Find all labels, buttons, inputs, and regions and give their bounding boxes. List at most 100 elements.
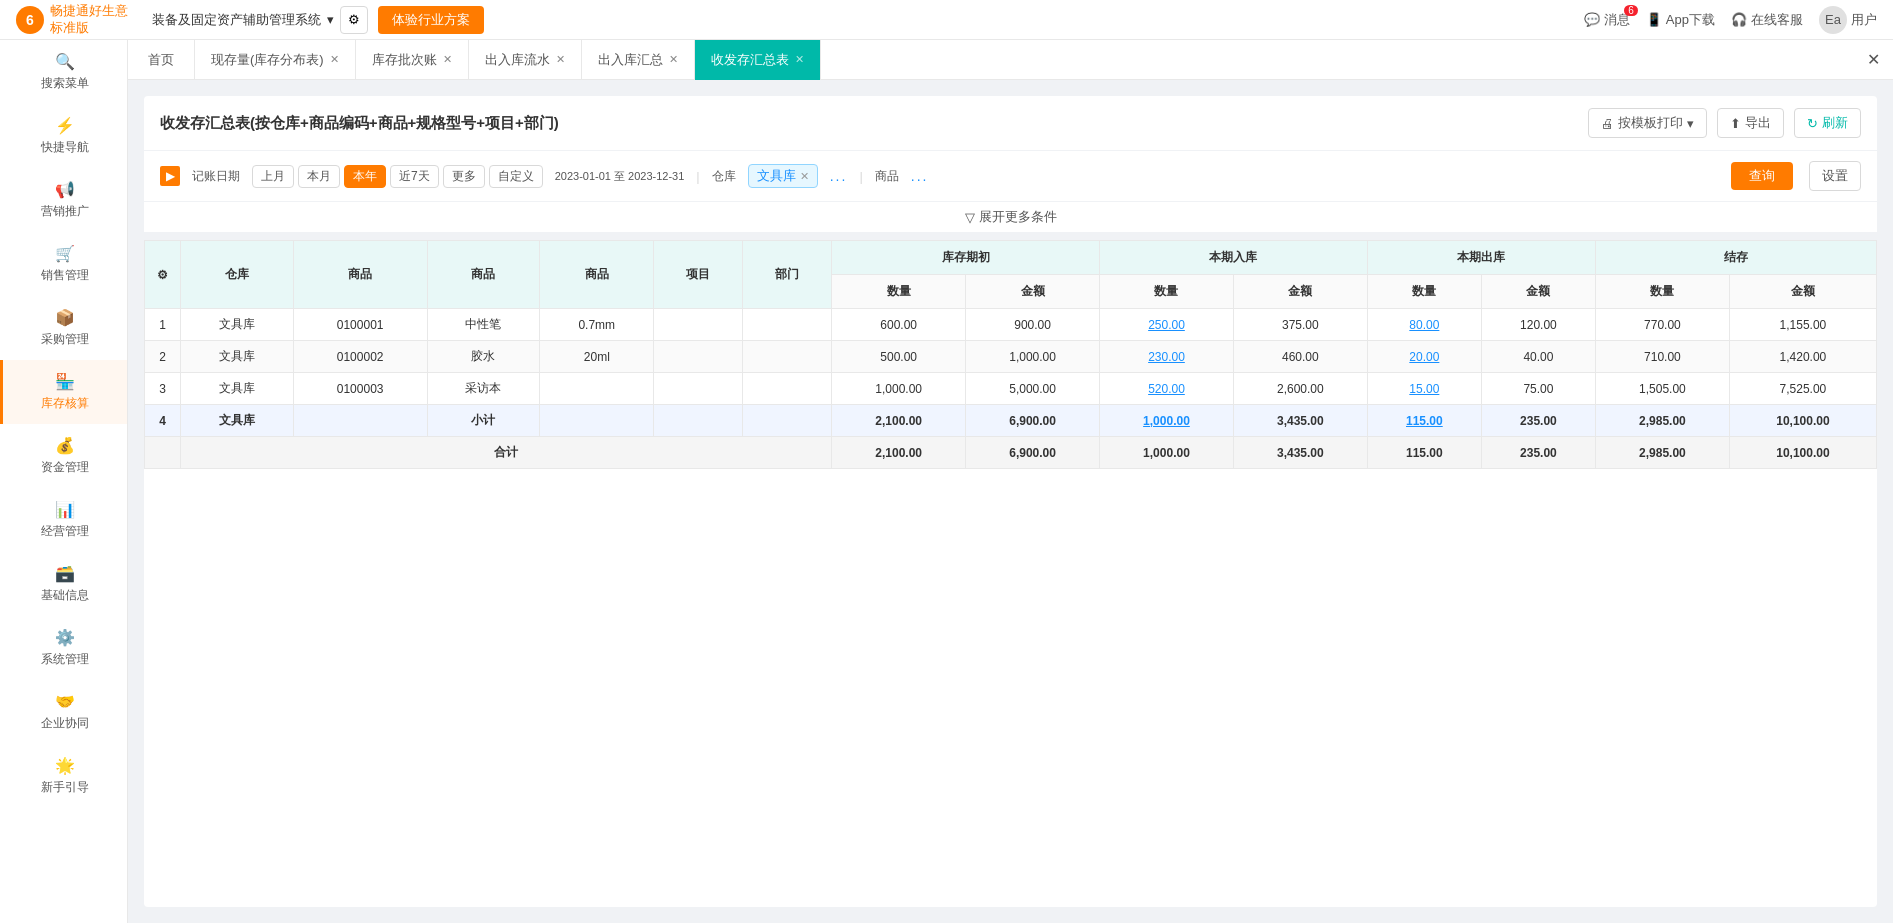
col-header-gear[interactable]: ⚙ [145, 241, 181, 309]
row-in-qty[interactable]: 1,000.00 [1100, 405, 1234, 437]
warehouse-more-button[interactable]: ... [830, 168, 848, 184]
footer-label: 合计 [181, 437, 832, 469]
warehouse-tag-close[interactable]: ✕ [800, 170, 809, 183]
warehouse-tag[interactable]: 文具库 ✕ [748, 164, 818, 188]
sidebar-item-guide[interactable]: 🌟新手引导 [0, 744, 127, 808]
export-button[interactable]: ⬆ 导出 [1717, 108, 1784, 138]
expand-more-button[interactable]: ▽ 展开更多条件 [965, 208, 1057, 226]
tab-bar: 首页现存量(库存分布表)✕库存批次账✕出入库流水✕出入库汇总✕收发存汇总表✕✕ [128, 40, 1893, 80]
tab-close-inout_flow[interactable]: ✕ [556, 53, 565, 66]
header-right: 💬 消息 6 📱 App下载 🎧 在线客服 Ea 用户 [1584, 6, 1877, 34]
message-icon: 💬 [1584, 12, 1600, 27]
user-menu[interactable]: Ea 用户 [1819, 6, 1877, 34]
row-in-qty[interactable]: 520.00 [1100, 373, 1234, 405]
row-bal-qty: 770.00 [1595, 309, 1729, 341]
dropdown-arrow-icon: ▾ [327, 12, 334, 27]
print-button[interactable]: 🖨 按模板打印 ▾ [1588, 108, 1707, 138]
date-btn-本月[interactable]: 本月 [298, 165, 340, 188]
row-bal-amt: 1,420.00 [1729, 341, 1876, 373]
tab-inout_summary[interactable]: 出入库汇总✕ [582, 40, 695, 80]
table-container: ⚙ 仓库 商品 商品 商品 项目 部门 库存期初 本期入库 本期出库 结存 [144, 240, 1877, 907]
row-out-qty[interactable]: 15.00 [1367, 373, 1481, 405]
row-bal-amt: 10,100.00 [1729, 405, 1876, 437]
row-in-qty[interactable]: 230.00 [1100, 341, 1234, 373]
row-name: 中性笔 [427, 309, 540, 341]
sidebar-item-operations[interactable]: 📊经营管理 [0, 488, 127, 552]
row-code: 0100003 [293, 373, 427, 405]
sidebar-item-purchase[interactable]: 📦采购管理 [0, 296, 127, 360]
col-header-balance: 结存 [1595, 241, 1876, 275]
row-out-amt: 235.00 [1481, 405, 1595, 437]
message-button[interactable]: 💬 消息 6 [1584, 11, 1630, 29]
tab-close-collection_summary[interactable]: ✕ [795, 53, 804, 66]
row-out-qty[interactable]: 80.00 [1367, 309, 1481, 341]
row-in-amt: 2,600.00 [1233, 373, 1367, 405]
date-btn-近7天[interactable]: 近7天 [390, 165, 439, 188]
experience-button[interactable]: 体验行业方案 [378, 6, 484, 34]
tab-close-inout_summary[interactable]: ✕ [669, 53, 678, 66]
sidebar-item-sales[interactable]: 🛒销售管理 [0, 232, 127, 296]
date-btn-自定义[interactable]: 自定义 [489, 165, 543, 188]
goods-more-button[interactable]: ... [911, 168, 929, 184]
col-header-bal-amt: 金额 [1729, 275, 1876, 309]
expand-filter-button[interactable]: ▶ [160, 166, 180, 186]
sidebar-item-marketing[interactable]: 📢营销推广 [0, 168, 127, 232]
sidebar-item-system[interactable]: ⚙️系统管理 [0, 616, 127, 680]
page-content: 收发存汇总表(按仓库+商品编码+商品+规格型号+项目+部门) 🖨 按模板打印 ▾… [128, 80, 1893, 923]
logo-area: 6 畅捷通好生意 标准版 [16, 3, 144, 37]
sidebar-item-enterprise[interactable]: 🤝企业协同 [0, 680, 127, 744]
date-btn-更多[interactable]: 更多 [443, 165, 485, 188]
operations-icon: 📊 [55, 500, 75, 519]
sidebar-item-finance[interactable]: 💰资金管理 [0, 424, 127, 488]
table-row: 3 文具库 0100003 采访本 1,000.00 5,000.00 520.… [145, 373, 1877, 405]
query-button[interactable]: 查询 [1731, 162, 1793, 190]
app-download-button[interactable]: 📱 App下载 [1646, 11, 1715, 29]
row-spec: 0.7mm [540, 309, 654, 341]
tab-home[interactable]: 首页 [128, 40, 195, 80]
sidebar-item-quick[interactable]: ⚡快捷导航 [0, 104, 127, 168]
table-row: 4 文具库 小计 2,100.00 6,900.00 1,000.00 3,43… [145, 405, 1877, 437]
date-label: 记账日期 [192, 168, 240, 185]
date-buttons: 上月本月本年近7天更多自定义 [252, 165, 543, 188]
system-title-area: 装备及固定资产辅助管理系统 ▾ [152, 11, 334, 29]
row-open-qty: 1,000.00 [832, 373, 966, 405]
tab-bar-close-icon[interactable]: ✕ [1853, 50, 1893, 69]
row-in-amt: 460.00 [1233, 341, 1367, 373]
col-header-spec: 商品 [540, 241, 654, 309]
date-btn-本年[interactable]: 本年 [344, 165, 386, 188]
avatar: Ea [1819, 6, 1847, 34]
filter-setting-button[interactable]: 设置 [1809, 161, 1861, 191]
row-code [293, 405, 427, 437]
sidebar: 🔍搜索菜单⚡快捷导航📢营销推广🛒销售管理📦采购管理🏪库存核算💰资金管理📊经营管理… [0, 40, 128, 923]
sidebar-item-inventory[interactable]: 🏪库存核算 [0, 360, 127, 424]
tab-close-batch[interactable]: ✕ [443, 53, 452, 66]
col-header-out-amt: 金额 [1481, 275, 1595, 309]
online-service-label: 在线客服 [1751, 11, 1803, 29]
online-service-button[interactable]: 🎧 在线客服 [1731, 11, 1803, 29]
user-label: 用户 [1851, 11, 1877, 29]
sales-icon: 🛒 [55, 244, 75, 263]
tab-stock_dist[interactable]: 现存量(库存分布表)✕ [195, 40, 356, 80]
row-in-qty[interactable]: 250.00 [1100, 309, 1234, 341]
footer-row: 合计 2,100.00 6,900.00 1,000.00 3,435.00 1… [145, 437, 1877, 469]
col-header-in-qty: 数量 [1100, 275, 1234, 309]
row-out-qty[interactable]: 115.00 [1367, 405, 1481, 437]
tab-inout_flow[interactable]: 出入库流水✕ [469, 40, 582, 80]
refresh-button[interactable]: ↻ 刷新 [1794, 108, 1861, 138]
sidebar-item-search[interactable]: 🔍搜索菜单 [0, 40, 127, 104]
row-bal-amt: 7,525.00 [1729, 373, 1876, 405]
sidebar-item-basic[interactable]: 🗃️基础信息 [0, 552, 127, 616]
footer-in-qty: 1,000.00 [1100, 437, 1234, 469]
row-name: 小计 [427, 405, 540, 437]
print-icon: 🖨 [1601, 116, 1614, 131]
tab-close-stock_dist[interactable]: ✕ [330, 53, 339, 66]
settings-button[interactable]: ⚙ [340, 6, 368, 34]
expand-more-row: ▽ 展开更多条件 [144, 202, 1877, 232]
headset-icon: 🎧 [1731, 12, 1747, 27]
tab-batch[interactable]: 库存批次账✕ [356, 40, 469, 80]
enterprise-icon: 🤝 [55, 692, 75, 711]
date-btn-上月[interactable]: 上月 [252, 165, 294, 188]
row-open-qty: 600.00 [832, 309, 966, 341]
row-out-qty[interactable]: 20.00 [1367, 341, 1481, 373]
tab-collection_summary[interactable]: 收发存汇总表✕ [695, 40, 821, 80]
